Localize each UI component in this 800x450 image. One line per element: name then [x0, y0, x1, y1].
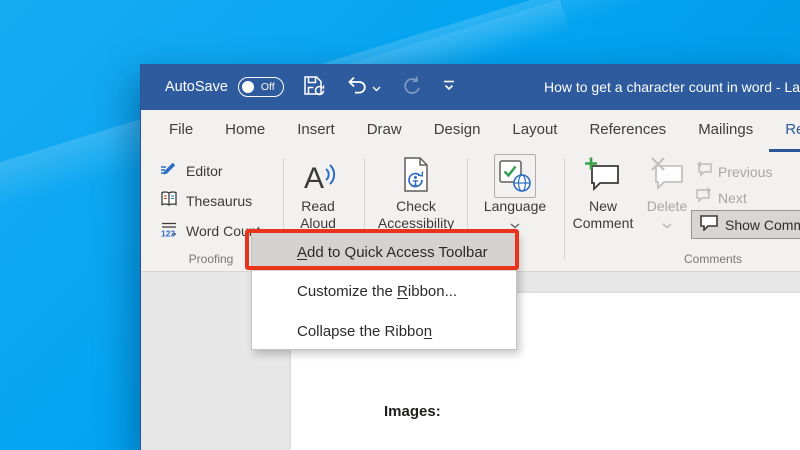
tab-file[interactable]: File — [153, 110, 209, 152]
previous-comment-button[interactable]: Previous — [695, 161, 772, 182]
delete-comment-button[interactable]: Delete — [639, 154, 695, 234]
menu-item-collapse-the-ribbon[interactable]: Collapse the Ribbon — [252, 311, 516, 351]
new-comment-icon — [582, 154, 624, 198]
check-accessibility-icon — [397, 154, 435, 198]
undo-dropdown-chevron-icon — [372, 80, 381, 95]
read-aloud-label-line1: Read — [301, 198, 335, 214]
new-comment-label-line2: Comment — [572, 215, 634, 231]
tab-mailings[interactable]: Mailings — [682, 110, 769, 152]
delete-dropdown-chevron-icon — [662, 216, 672, 234]
menu-item-label: Add to Quick Access Toolbar — [297, 243, 488, 261]
previous-comment-label: Previous — [718, 163, 773, 180]
redo-icon — [401, 76, 422, 98]
word-window: AutoSave Off How to get a character coun… — [140, 64, 800, 450]
delete-comment-label: Delete — [646, 198, 688, 214]
group-divider — [564, 158, 565, 260]
customize-qat-button[interactable] — [442, 80, 456, 95]
tab-draw[interactable]: Draw — [351, 110, 418, 152]
undo-icon — [346, 76, 368, 98]
save-icon — [302, 75, 326, 100]
tab-references[interactable]: References — [573, 110, 682, 152]
customize-qat-icon — [442, 80, 456, 95]
thesaurus-button[interactable]: Thesaurus — [159, 188, 252, 214]
undo-button[interactable] — [346, 76, 381, 98]
window-title: How to get a character count in word - L… — [543, 79, 800, 95]
read-aloud-label-line2: Aloud — [300, 215, 336, 231]
language-icon — [494, 154, 536, 198]
word-count-button[interactable]: 123 Word Count — [159, 218, 260, 244]
new-comment-label-line1: New — [588, 198, 617, 214]
next-comment-icon — [695, 187, 713, 208]
delete-comment-icon — [647, 154, 687, 198]
word-count-label: Word Count — [186, 223, 261, 239]
next-comment-label: Next — [718, 189, 747, 206]
language-label: Language — [483, 198, 547, 214]
tab-design[interactable]: Design — [418, 110, 497, 152]
autosave-label: AutoSave — [165, 79, 228, 95]
title-bar: AutoSave Off How to get a character coun… — [141, 64, 800, 110]
show-comments-icon — [699, 213, 719, 236]
previous-comment-icon — [695, 161, 713, 182]
check-accessibility-button[interactable]: Check Accessibility — [376, 154, 456, 232]
new-comment-button[interactable]: New Comment — [571, 154, 635, 232]
tab-insert[interactable]: Insert — [281, 110, 351, 152]
save-button[interactable] — [302, 75, 326, 100]
document-body-text: Images: — [384, 403, 441, 420]
check-accessibility-label-line2: Accessibility — [377, 215, 455, 231]
menu-item-customize-the-ribbon[interactable]: Customize the Ribbon... — [252, 271, 516, 311]
autosave-state-label: Off — [260, 81, 275, 93]
tab-review[interactable]: Review — [769, 110, 800, 152]
read-aloud-icon: A — [297, 154, 339, 198]
ribbon-context-menu: Add to Quick Access Toolbar Customize th… — [251, 232, 517, 350]
thesaurus-icon — [159, 189, 179, 214]
ribbon-tab-bar: File Home Insert Draw Design Layout Refe… — [141, 110, 800, 152]
svg-text:123: 123 — [161, 228, 175, 238]
editor-label: Editor — [186, 163, 223, 179]
word-count-icon: 123 — [159, 219, 179, 244]
read-aloud-button[interactable]: A Read Aloud — [287, 154, 349, 232]
menu-item-label: Collapse the Ribbon — [297, 322, 433, 340]
show-comments-label: Show Comments — [725, 216, 800, 233]
redo-button[interactable] — [401, 76, 422, 98]
desktop-wallpaper: AutoSave Off How to get a character coun… — [0, 0, 800, 450]
language-button[interactable]: Language — [484, 154, 546, 234]
comments-group-label: Comments — [683, 252, 742, 266]
autosave-toggle[interactable]: Off — [237, 77, 284, 97]
tab-layout[interactable]: Layout — [496, 110, 573, 152]
editor-button[interactable]: Editor — [159, 158, 223, 184]
proofing-group-label: Proofing — [188, 252, 234, 266]
tab-home[interactable]: Home — [209, 110, 281, 152]
toggle-knob-icon — [241, 81, 254, 93]
svg-text:A: A — [304, 162, 324, 195]
menu-item-add-to-quick-access-toolbar[interactable]: Add to Quick Access Toolbar — [252, 233, 516, 271]
menu-item-label: Customize the Ribbon... — [297, 282, 458, 300]
show-comments-toggle-button[interactable]: Show Comments — [691, 210, 800, 239]
editor-icon — [159, 159, 179, 184]
next-comment-button[interactable]: Next — [695, 187, 747, 208]
check-accessibility-label-line1: Check — [396, 198, 436, 214]
thesaurus-label: Thesaurus — [186, 193, 253, 209]
